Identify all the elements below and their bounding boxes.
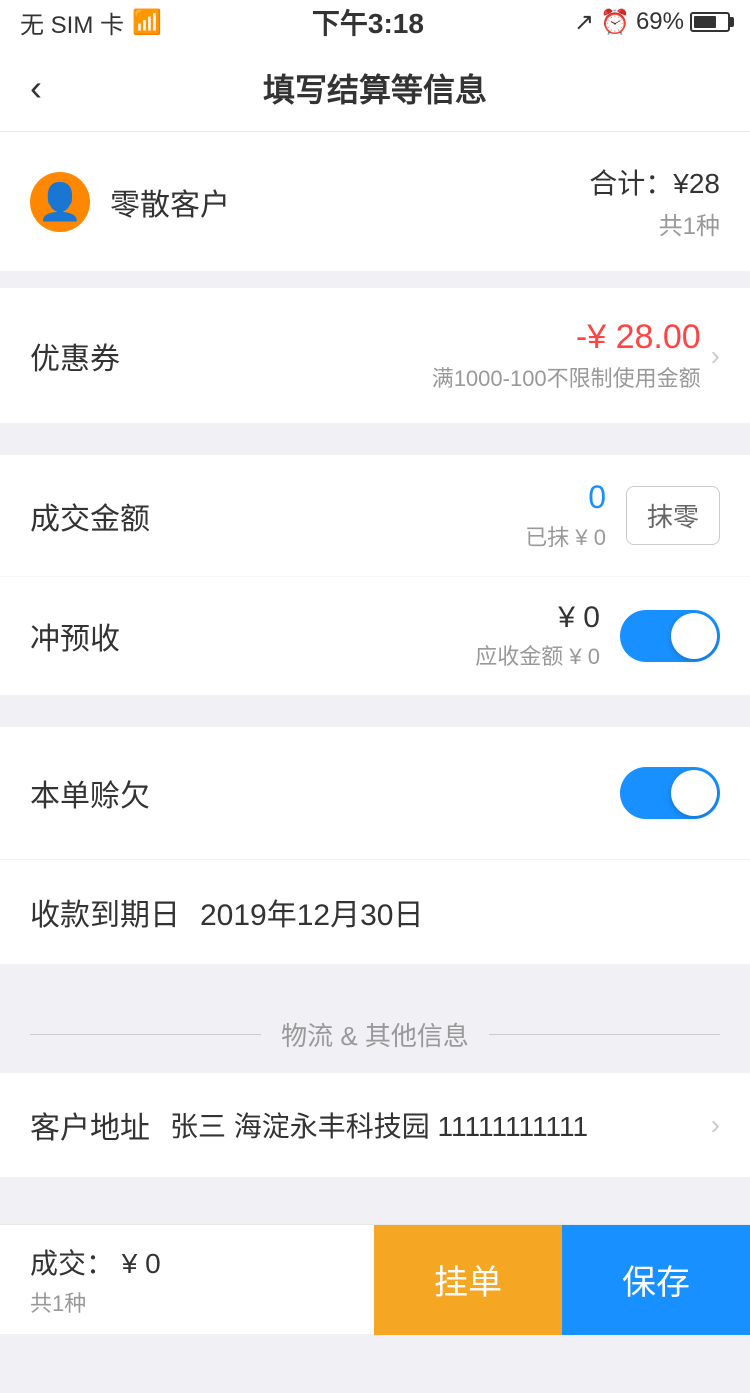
prepayment-sub: 应收金额 ¥ 0 xyxy=(475,639,600,671)
bottom-summary-count: 共1种 xyxy=(30,1286,344,1318)
debt-toggle-knob xyxy=(671,770,717,816)
page-title: 填写结算等信息 xyxy=(263,65,487,111)
logistics-label: 物流 & 其他信息 xyxy=(281,1016,469,1053)
due-date-label: 收款到期日 xyxy=(30,890,180,934)
bottom-summary-label: 成交： xyxy=(30,1248,114,1279)
prepayment-values: ¥ 0 应收金额 ¥ 0 xyxy=(475,601,600,671)
customer-left: 👤 零散客户 xyxy=(30,172,230,232)
debt-label: 本单赊欠 xyxy=(30,771,150,815)
customer-avatar: 👤 xyxy=(30,172,90,232)
prepayment-toggle[interactable] xyxy=(620,610,720,662)
wifi-icon: 📶 xyxy=(132,8,162,37)
round-zero-button[interactable]: 抹零 xyxy=(626,486,720,545)
prepayment-row: 冲预收 ¥ 0 应收金额 ¥ 0 xyxy=(0,577,750,695)
nav-bar: ‹ 填写结算等信息 xyxy=(0,44,750,132)
coupon-section[interactable]: 优惠券 -¥ 28.00 满1000-100不限制使用金额 › xyxy=(0,288,750,423)
hold-button[interactable]: 挂单 xyxy=(374,1225,562,1335)
bottom-summary-top: 成交： ¥ 0 xyxy=(30,1242,344,1282)
coupon-label: 优惠券 xyxy=(30,334,120,378)
transaction-sub: 已抹 ¥ 0 xyxy=(525,520,606,552)
toggle-knob xyxy=(671,613,717,659)
prepayment-amount: ¥ 0 xyxy=(475,601,600,635)
coupon-amount: -¥ 28.00 xyxy=(432,318,701,357)
status-bar: 无 SIM 卡 📶 下午3:18 ↗ ⏰ 69% xyxy=(0,0,750,44)
logistics-line-right xyxy=(489,1034,720,1035)
divider-2 xyxy=(0,711,750,727)
avatar-icon: 👤 xyxy=(38,181,83,223)
customer-section: 👤 零散客户 合计：¥28 共1种 xyxy=(0,132,750,272)
address-value: 张三 海淀永丰科技园 11111111111 xyxy=(170,1105,711,1145)
transaction-right: 0 已抹 ¥ 0 抹零 xyxy=(525,479,720,552)
transaction-row: 成交金额 0 已抹 ¥ 0 抹零 xyxy=(0,455,750,577)
bottom-bar: 成交： ¥ 0 共1种 挂单 保存 xyxy=(0,1224,750,1334)
battery-fill xyxy=(694,16,716,28)
customer-count: 共1种 xyxy=(589,206,720,241)
battery-icon xyxy=(690,12,730,32)
due-date-value: 2019年12月30日 xyxy=(200,890,423,934)
logistics-line-left xyxy=(30,1034,261,1035)
divider-3 xyxy=(0,980,750,996)
status-time: 下午3:18 xyxy=(312,2,424,42)
alarm-icon: ⏰ xyxy=(600,8,630,37)
customer-total: 合计：¥28 xyxy=(589,162,720,202)
debt-toggle[interactable] xyxy=(620,767,720,819)
sim-text: 无 SIM 卡 xyxy=(20,5,124,40)
bottom-summary-amount: ¥ 0 xyxy=(122,1248,161,1279)
transaction-value[interactable]: 0 xyxy=(525,479,606,516)
prepayment-label: 冲预收 xyxy=(30,614,120,658)
status-left: 无 SIM 卡 📶 xyxy=(20,5,162,40)
save-button[interactable]: 保存 xyxy=(562,1225,750,1335)
customer-name: 零散客户 xyxy=(110,180,230,224)
debt-row: 本单赊欠 xyxy=(0,727,750,859)
address-chevron-icon: › xyxy=(711,1109,720,1141)
divider-1 xyxy=(0,439,750,455)
address-label: 客户地址 xyxy=(30,1103,150,1147)
prepayment-right: ¥ 0 应收金额 ¥ 0 xyxy=(475,601,720,671)
address-row[interactable]: 客户地址 张三 海淀永丰科技园 11111111111 › xyxy=(0,1073,750,1177)
debt-section: 本单赊欠 收款到期日 2019年12月30日 xyxy=(0,727,750,964)
back-button[interactable]: ‹ xyxy=(20,57,52,119)
status-right: ↗ ⏰ 69% xyxy=(574,8,730,37)
address-section: 客户地址 张三 海淀永丰科技园 11111111111 › xyxy=(0,1073,750,1177)
transaction-section: 成交金额 0 已抹 ¥ 0 抹零 冲预收 ¥ 0 应收金额 ¥ 0 xyxy=(0,455,750,695)
customer-row: 👤 零散客户 合计：¥28 共1种 xyxy=(0,132,750,272)
bottom-summary: 成交： ¥ 0 共1种 xyxy=(0,1242,374,1318)
coupon-row[interactable]: 优惠券 -¥ 28.00 满1000-100不限制使用金额 › xyxy=(0,288,750,423)
transaction-label: 成交金额 xyxy=(30,494,150,538)
customer-summary: 合计：¥28 共1种 xyxy=(589,162,720,241)
due-date-row[interactable]: 收款到期日 2019年12月30日 xyxy=(0,859,750,964)
logistics-header: 物流 & 其他信息 xyxy=(0,996,750,1073)
coupon-right: -¥ 28.00 满1000-100不限制使用金额 › xyxy=(432,318,720,393)
battery-percent: 69% xyxy=(636,8,684,36)
coupon-desc: 满1000-100不限制使用金额 xyxy=(432,361,701,393)
location-icon: ↗ xyxy=(574,8,594,37)
coupon-chevron-icon: › xyxy=(711,340,720,372)
